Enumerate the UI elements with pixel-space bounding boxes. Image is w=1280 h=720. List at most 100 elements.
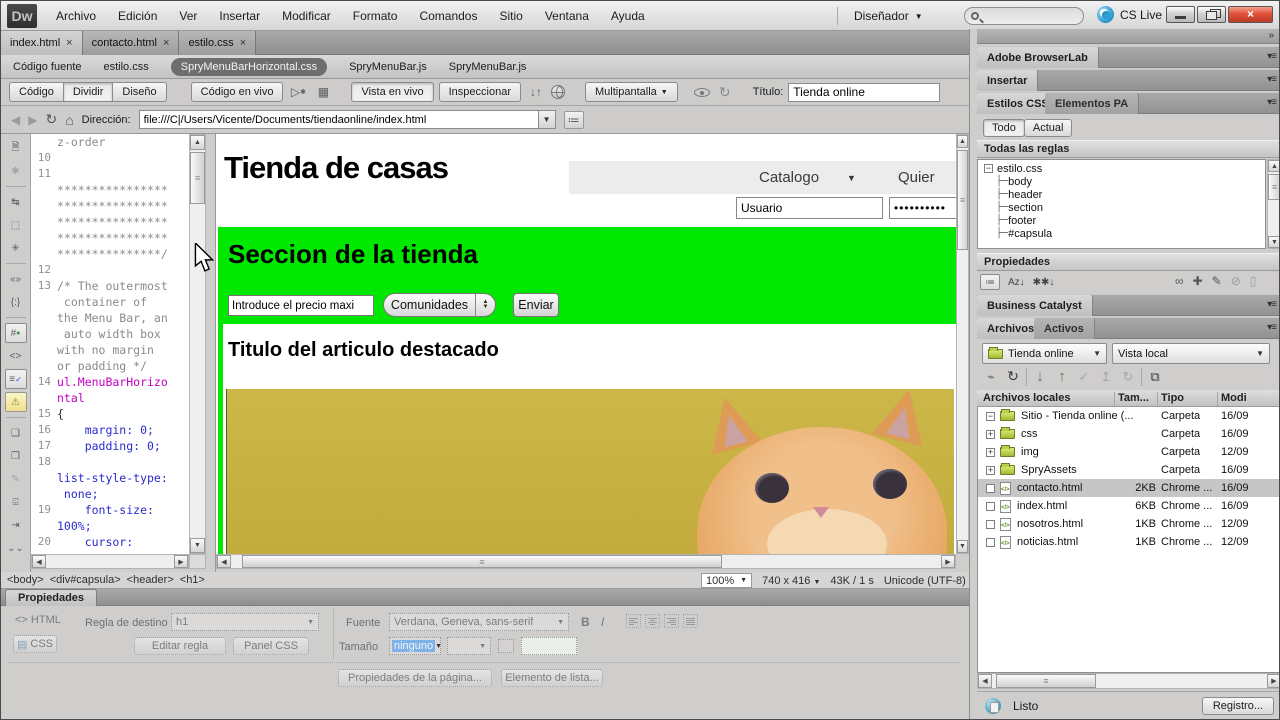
- expander-icon[interactable]: [986, 519, 995, 529]
- refresh-design-icon[interactable]: ↻: [715, 83, 735, 101]
- menu-item[interactable]: Modificar: [271, 1, 342, 30]
- close-tab-icon[interactable]: ×: [66, 37, 72, 49]
- font-select[interactable]: Verdana, Geneva, sans-serif ▼: [389, 613, 569, 631]
- log-button[interactable]: Registro...: [1201, 696, 1274, 715]
- expand-all-icon[interactable]: ✳: [5, 238, 27, 258]
- live-view-button[interactable]: Vista en vivo: [351, 82, 434, 102]
- design-horizontal-scrollbar[interactable]: ◀ ▶: [216, 554, 956, 569]
- remove-comment-icon[interactable]: ❒: [5, 446, 27, 466]
- file-transfer-icon[interactable]: ↓↑: [526, 83, 546, 101]
- multiscreen-button[interactable]: Multipantalla ▼: [585, 82, 678, 102]
- size-select[interactable]: ninguno ▼: [389, 637, 442, 655]
- design-view-button[interactable]: Diseño: [112, 82, 167, 102]
- collapse-icon[interactable]: −: [984, 164, 993, 173]
- menu-item[interactable]: Archivo: [45, 1, 107, 30]
- file-name[interactable]: nosotros.html: [1017, 518, 1083, 530]
- related-file[interactable]: SpryMenuBar.js: [449, 61, 527, 73]
- related-file[interactable]: SpryMenuBarHorizontal.css: [170, 57, 328, 76]
- file-name[interactable]: index.html: [1017, 500, 1067, 512]
- css-rule-row[interactable]: ├─ section: [984, 201, 1265, 214]
- local-files-tree[interactable]: − Sitio - Tienda online (... Carpeta 16/…: [977, 407, 1279, 673]
- minimize-button[interactable]: [1166, 6, 1195, 23]
- related-file[interactable]: estilo.css: [104, 61, 149, 73]
- scroll-thumb[interactable]: [957, 150, 968, 250]
- window-size-select[interactable]: 740 x 416 ▼: [762, 575, 820, 587]
- files-horizontal-scrollbar[interactable]: ◀ ▶: [977, 673, 1279, 689]
- forward-icon[interactable]: ▶: [28, 113, 37, 127]
- expander-icon[interactable]: [986, 501, 995, 511]
- restore-button[interactable]: [1197, 6, 1226, 23]
- panel-menu-icon[interactable]: ▾≡: [1267, 299, 1277, 310]
- refresh-icon[interactable]: ↻: [45, 111, 57, 128]
- scroll-up-icon[interactable]: ▲: [957, 135, 968, 148]
- put-files-icon[interactable]: ↑: [1051, 367, 1073, 386]
- ap-elements-tab[interactable]: Elementos PA: [1045, 93, 1140, 114]
- zoom-select[interactable]: 100% ▼: [701, 573, 753, 588]
- expander-icon[interactable]: +: [986, 429, 995, 439]
- code-vertical-scrollbar[interactable]: ▲ ▼: [189, 134, 206, 554]
- business-catalyst-tab[interactable]: Business Catalyst: [977, 295, 1093, 316]
- visual-aids-icon[interactable]: [693, 87, 710, 97]
- css-rule-row[interactable]: ├─ body: [984, 175, 1265, 188]
- collapse-selection-icon[interactable]: ⬚: [5, 215, 27, 235]
- scroll-right-icon[interactable]: ▶: [941, 555, 955, 568]
- file-row[interactable]: + css Carpeta 16/09: [978, 425, 1279, 443]
- expand-panel-icon[interactable]: ⧉: [1144, 367, 1166, 386]
- connect-icon[interactable]: ⌁: [980, 367, 1002, 386]
- tag-selector-item[interactable]: <h1>: [180, 574, 205, 586]
- tag-selector-item[interactable]: <div#capsula>: [50, 574, 121, 586]
- file-row[interactable]: + SpryAssets Carpeta 16/09: [978, 461, 1279, 479]
- rules-scrollbar[interactable]: ▲ ▼: [1267, 159, 1279, 249]
- get-files-icon[interactable]: ↓: [1029, 367, 1051, 386]
- related-file[interactable]: SpryMenuBar.js: [349, 61, 427, 73]
- menu-item[interactable]: Insertar: [208, 1, 271, 30]
- check-browser-compat-icon[interactable]: ▦: [313, 83, 333, 101]
- new-rule-icon[interactable]: ✚: [1193, 274, 1203, 288]
- panel-menu-icon[interactable]: ▾≡: [1267, 51, 1277, 62]
- italic-button[interactable]: I: [601, 615, 604, 629]
- apply-comment-icon[interactable]: ❑: [5, 423, 27, 443]
- menu-item[interactable]: Edición: [107, 1, 168, 30]
- view-select[interactable]: Vista local ▼: [1112, 343, 1270, 364]
- syntax-error-alerts-icon[interactable]: ⚠: [4, 392, 27, 412]
- file-row[interactable]: nosotros.html 1KB Chrome ... 12/09: [978, 515, 1279, 533]
- indent-code-icon[interactable]: ⇥: [5, 515, 27, 535]
- scroll-thumb[interactable]: [242, 555, 722, 568]
- tag-selector-item[interactable]: <body>: [7, 574, 44, 586]
- scroll-up-icon[interactable]: ▲: [1268, 160, 1279, 172]
- all-mode-button[interactable]: Todo: [983, 119, 1025, 137]
- col-size[interactable]: Tam...: [1118, 392, 1149, 404]
- scroll-thumb[interactable]: [190, 152, 205, 204]
- related-file[interactable]: Código fuente: [13, 61, 82, 73]
- design-vertical-scrollbar[interactable]: ▲ ▼: [956, 134, 969, 554]
- scroll-thumb[interactable]: [996, 674, 1096, 688]
- menu-item[interactable]: Ayuda: [600, 1, 656, 30]
- list-item-button[interactable]: Elemento de lista...: [501, 669, 603, 687]
- format-source-icon[interactable]: ⌄⌄: [5, 538, 27, 558]
- edit-rule-button[interactable]: Editar regla: [134, 637, 226, 655]
- col-type[interactable]: Tipo: [1161, 392, 1184, 404]
- scroll-left-icon[interactable]: ◀: [978, 674, 992, 688]
- address-input[interactable]: [138, 110, 539, 129]
- file-row[interactable]: noticias.html 1KB Chrome ... 12/09: [978, 533, 1279, 551]
- panel-menu-icon[interactable]: ▾≡: [1267, 74, 1277, 85]
- menu-item[interactable]: Comandos: [408, 1, 488, 30]
- scroll-down-icon[interactable]: ▼: [957, 540, 968, 553]
- close-tab-icon[interactable]: ×: [240, 37, 246, 49]
- document-tab[interactable]: estilo.css ×: [179, 31, 257, 55]
- file-row[interactable]: contacto.html 2KB Chrome ... 16/09: [978, 479, 1279, 497]
- col-name[interactable]: Archivos locales: [983, 392, 1070, 404]
- file-name[interactable]: img: [1021, 446, 1039, 458]
- panel-menu-icon[interactable]: ▾≡: [1267, 97, 1277, 108]
- css-rule-row[interactable]: ├─ header: [984, 188, 1265, 201]
- balance-braces-icon[interactable]: {:}: [5, 292, 27, 312]
- usuario-input[interactable]: [736, 197, 883, 219]
- close-tab-icon[interactable]: ×: [163, 37, 169, 49]
- select-parent-tag-icon[interactable]: «»: [5, 269, 27, 289]
- expander-icon[interactable]: −: [986, 411, 995, 421]
- collapse-to-icons-icon[interactable]: »: [1268, 30, 1274, 41]
- cs-live-button[interactable]: CS Live: [1097, 6, 1162, 23]
- collapse-full-tag-icon[interactable]: ↹: [5, 192, 27, 212]
- css-rules-tree[interactable]: − estilo.css ├─ body ├─ header ├─ sectio…: [977, 159, 1266, 249]
- nav-item-catalogo[interactable]: Catalogo: [759, 169, 819, 186]
